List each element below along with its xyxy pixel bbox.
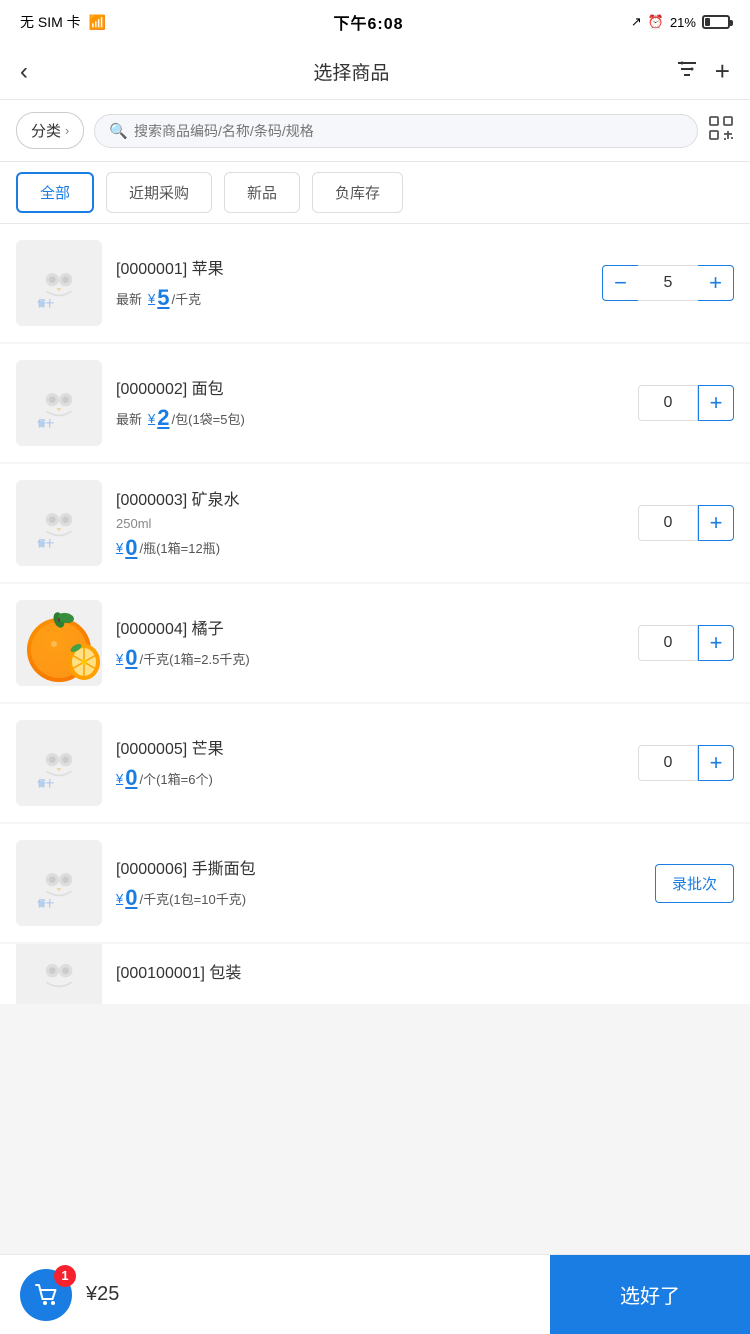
- svg-text:督十: 督十: [37, 898, 54, 908]
- battery-icon: [702, 15, 730, 29]
- filter-bar: 分类 › 🔍: [0, 100, 750, 162]
- batch-button-5[interactable]: 录批次: [655, 864, 734, 903]
- qty-control-4: +: [638, 745, 734, 781]
- qty-input-0[interactable]: [638, 265, 698, 301]
- product-info-0: [0000001] 苹果 最新 ¥ 5 /千克: [116, 255, 588, 311]
- product-code-name-2: [0000003] 矿泉水: [116, 486, 624, 510]
- table-row: 督十 [0000002] 面包 最新 ¥ 2 /包(1袋=5包) +: [0, 344, 750, 462]
- product-price-2: ¥ 0 /瓶(1箱=12瓶): [116, 535, 624, 561]
- cart-area: 1 ¥25: [0, 1269, 550, 1321]
- svg-text:督十: 督十: [37, 418, 54, 428]
- tab-new[interactable]: 新品: [224, 172, 300, 213]
- product-code-name-6: [000100001] 包装: [116, 959, 734, 983]
- nav-bar: ‹ 选择商品 +: [0, 44, 750, 100]
- qty-control-3: +: [638, 625, 734, 661]
- table-row: 督十 [0000005] 芒果 ¥ 0 /个(1箱=6个) +: [0, 704, 750, 822]
- qty-plus-button-2[interactable]: +: [698, 505, 734, 541]
- bottom-bar: 1 ¥25 选好了: [0, 1254, 750, 1334]
- svg-text:督十: 督十: [37, 298, 54, 308]
- nav-right: +: [675, 56, 730, 87]
- qty-input-1[interactable]: [638, 385, 698, 421]
- product-image-0: 督十: [16, 240, 102, 326]
- wifi-icon: 📶: [89, 14, 106, 31]
- svg-text:督十: 督十: [37, 538, 54, 548]
- page-title: 选择商品: [313, 58, 389, 85]
- table-row: 督十 [0000003] 矿泉水 250ml ¥ 0 /瓶(1箱=12瓶) +: [0, 464, 750, 582]
- product-code-name-3: [0000004] 橘子: [116, 615, 624, 639]
- category-button[interactable]: 分类 ›: [16, 112, 84, 149]
- product-image-3: [16, 600, 102, 686]
- product-info-4: [0000005] 芒果 ¥ 0 /个(1箱=6个): [116, 735, 624, 791]
- product-image-5: 督十: [16, 840, 102, 926]
- status-bar: 无 SIM 卡 📶 下午6:08 ↗ ⏰ 21%: [0, 0, 750, 44]
- battery-percent: 21%: [670, 15, 696, 30]
- product-price-1: 最新 ¥ 2 /包(1袋=5包): [116, 405, 624, 431]
- product-price-5: ¥ 0 /千克(1包=10千克): [116, 885, 641, 911]
- table-row: [0000004] 橘子 ¥ 0 /千克(1箱=2.5千克) +: [0, 584, 750, 702]
- product-code-name-5: [0000006] 手撕面包: [116, 855, 641, 879]
- qty-plus-button-4[interactable]: +: [698, 745, 734, 781]
- product-image-2: 督十: [16, 480, 102, 566]
- qty-input-3[interactable]: [638, 625, 698, 661]
- qty-control-1: +: [638, 385, 734, 421]
- product-price-0: 最新 ¥ 5 /千克: [116, 285, 588, 311]
- confirm-button[interactable]: 选好了: [550, 1255, 750, 1334]
- product-code-name-1: [0000002] 面包: [116, 375, 624, 399]
- product-image-4: 督十: [16, 720, 102, 806]
- qty-plus-button-0[interactable]: +: [698, 265, 734, 301]
- alarm-icon: ⏰: [648, 14, 664, 30]
- qty-input-4[interactable]: [638, 745, 698, 781]
- product-info-1: [0000002] 面包 最新 ¥ 2 /包(1袋=5包): [116, 375, 624, 431]
- filter-icon[interactable]: [675, 57, 699, 87]
- qty-control-2: +: [638, 505, 734, 541]
- status-time: 下午6:08: [333, 10, 403, 34]
- cart-total: ¥25: [86, 1283, 119, 1306]
- svg-text:督十: 督十: [37, 778, 54, 788]
- tab-recent[interactable]: 近期采购: [106, 172, 212, 213]
- location-icon: ↗: [631, 14, 642, 30]
- table-row: 督十 [0000001] 苹果 最新 ¥ 5 /千克 − +: [0, 224, 750, 342]
- status-right: ↗ ⏰ 21%: [631, 14, 730, 30]
- table-row: 督十 [0000006] 手撕面包 ¥ 0 /千克(1包=10千克) 录批次: [0, 824, 750, 942]
- nav-left: ‹: [20, 58, 28, 86]
- tab-negative[interactable]: 负库存: [312, 172, 403, 213]
- product-code-name-4: [0000005] 芒果: [116, 735, 624, 759]
- search-icon: 🔍: [109, 122, 128, 140]
- product-info-2: [0000003] 矿泉水 250ml ¥ 0 /瓶(1箱=12瓶): [116, 486, 624, 561]
- product-image-1: 督十: [16, 360, 102, 446]
- tab-all[interactable]: 全部: [16, 172, 94, 213]
- chevron-right-icon: ›: [65, 123, 69, 138]
- product-code-name-0: [0000001] 苹果: [116, 255, 588, 279]
- qty-plus-button-3[interactable]: +: [698, 625, 734, 661]
- product-price-4: ¥ 0 /个(1箱=6个): [116, 765, 624, 791]
- product-info-6: [000100001] 包装: [116, 959, 734, 989]
- search-input[interactable]: [134, 123, 683, 139]
- qty-minus-button-0[interactable]: −: [602, 265, 638, 301]
- product-info-3: [0000004] 橘子 ¥ 0 /千克(1箱=2.5千克): [116, 615, 624, 671]
- back-button[interactable]: ‹: [20, 58, 28, 86]
- status-carrier: 无 SIM 卡 📶: [20, 12, 106, 32]
- add-icon[interactable]: +: [715, 56, 730, 87]
- tab-bar: 全部 近期采购 新品 负库存: [0, 162, 750, 224]
- cart-icon[interactable]: 1: [20, 1269, 72, 1321]
- scan-icon[interactable]: [708, 115, 734, 147]
- product-info-5: [0000006] 手撕面包 ¥ 0 /千克(1包=10千克): [116, 855, 641, 911]
- search-box: 🔍: [94, 114, 698, 148]
- qty-plus-button-1[interactable]: +: [698, 385, 734, 421]
- cart-badge: 1: [54, 1265, 76, 1287]
- qty-control-0: − +: [602, 265, 734, 301]
- product-list: 督十 [0000001] 苹果 最新 ¥ 5 /千克 − +: [0, 224, 750, 1004]
- qty-input-2[interactable]: [638, 505, 698, 541]
- product-price-3: ¥ 0 /千克(1箱=2.5千克): [116, 645, 624, 671]
- table-row: [000100001] 包装: [0, 944, 750, 1004]
- product-image-6: [16, 944, 102, 1004]
- product-spec-2: 250ml: [116, 516, 624, 531]
